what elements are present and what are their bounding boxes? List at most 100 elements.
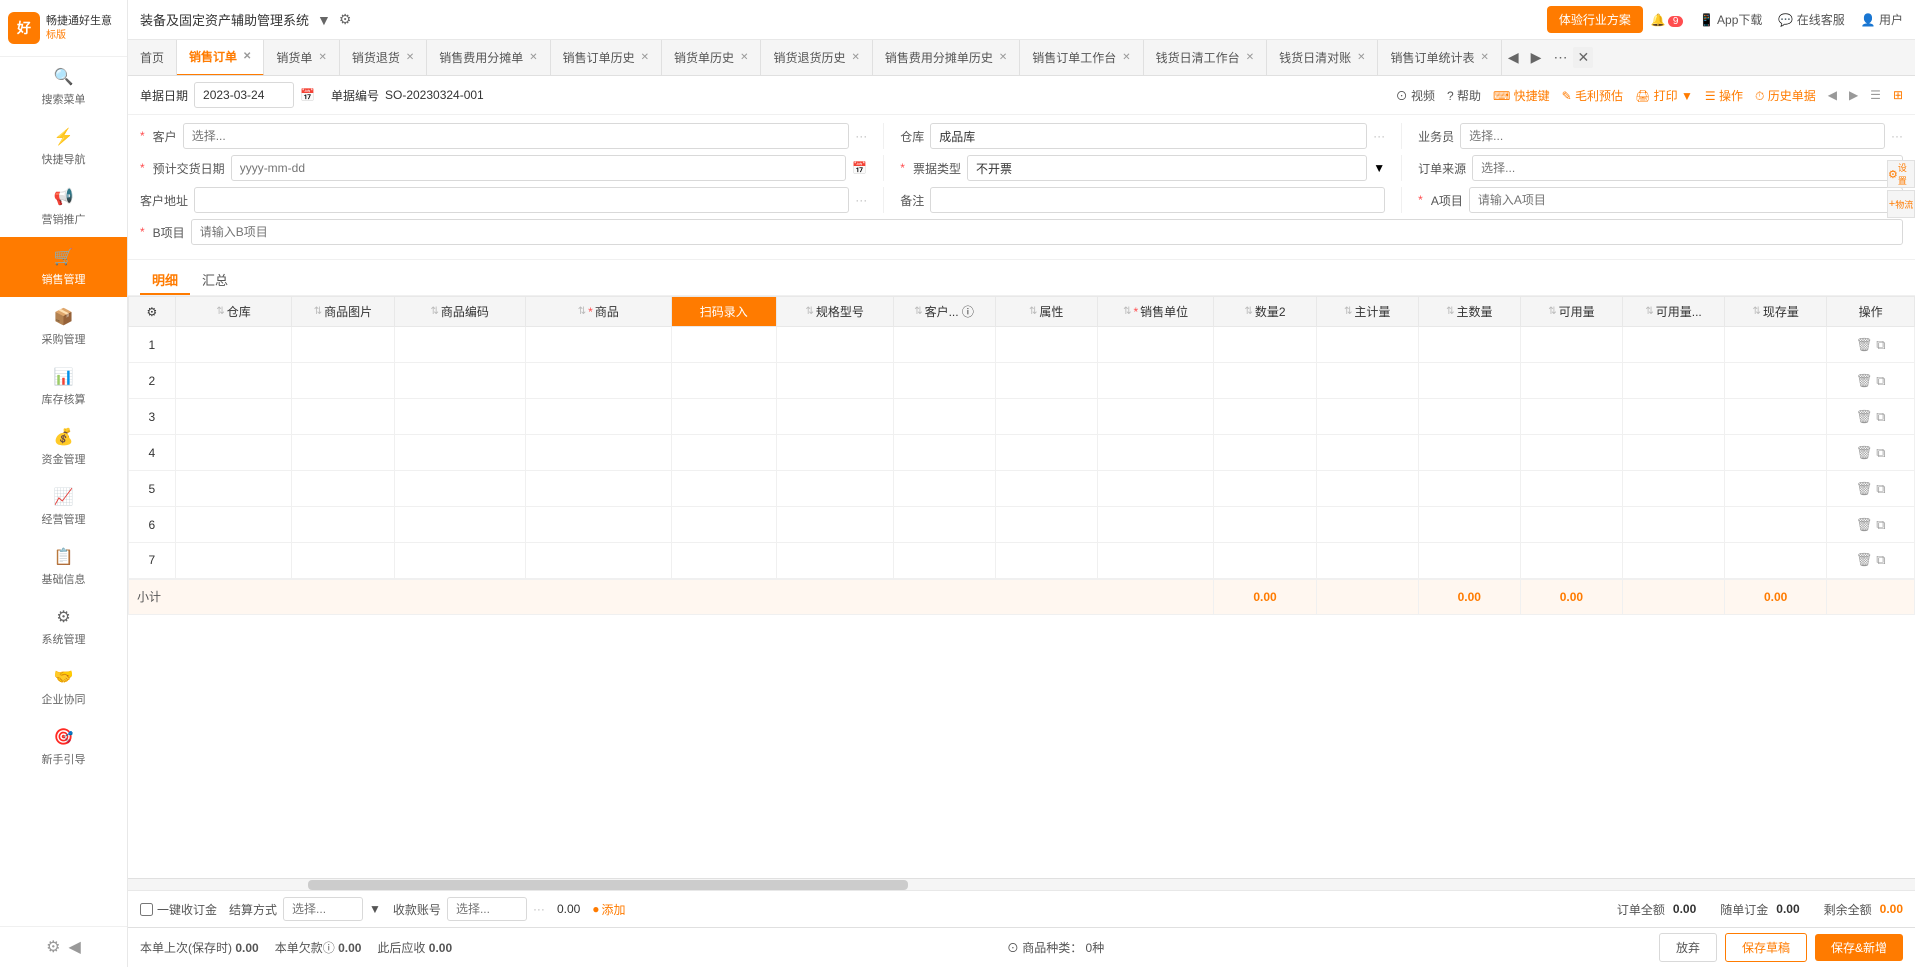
tab-item-12[interactable]: 销售订单统计表✕ (1378, 40, 1501, 76)
customer-input[interactable] (183, 123, 850, 149)
row-main-unit-4[interactable] (1316, 435, 1418, 471)
sidebar-item-搜索菜单[interactable]: 🔍搜索菜单 (0, 57, 127, 117)
save-new-button[interactable]: 保存&新增 (1815, 934, 1903, 961)
tab-item-11[interactable]: 钱货日清对账✕ (1267, 40, 1378, 76)
row-image-3[interactable] (292, 399, 394, 435)
row-main-unit-3[interactable] (1316, 399, 1418, 435)
row-available-7[interactable] (1520, 543, 1622, 579)
tab-close-4[interactable]: ✕ (529, 52, 537, 63)
row-delete-5[interactable]: 🗑 (1856, 481, 1873, 497)
row-unit-4[interactable] (1097, 435, 1214, 471)
date-input[interactable] (194, 82, 294, 108)
one-click-checkbox-input[interactable] (140, 903, 153, 916)
tab-next-btn[interactable]: ▶ (1525, 49, 1548, 66)
account-dots[interactable]: ··· (533, 902, 545, 916)
row-product-7[interactable] (525, 543, 671, 579)
row-available-6[interactable] (1520, 507, 1622, 543)
sidebar-item-基础信息[interactable]: 📋基础信息 (0, 537, 127, 597)
tab-item-8[interactable]: 销售费用分摊单历史✕ (873, 40, 1020, 76)
tab-summary[interactable]: 汇总 (190, 266, 240, 295)
row-customer-code-1[interactable] (893, 327, 995, 363)
settings-bottom-icon[interactable]: ⚙ (46, 937, 60, 957)
tab-item-6[interactable]: 销货单历史✕ (662, 40, 761, 76)
row-product-1[interactable] (525, 327, 671, 363)
row-warehouse-5[interactable] (175, 471, 292, 507)
warehouse-input[interactable] (930, 123, 1367, 149)
row-customer-code-5[interactable] (893, 471, 995, 507)
nav-next-btn[interactable]: ▶ (1849, 88, 1858, 102)
notification-area[interactable]: 🔔9 (1651, 13, 1684, 27)
row-stock-6[interactable] (1725, 507, 1827, 543)
row-stock-2[interactable] (1725, 363, 1827, 399)
row-copy-5[interactable]: ⧉ (1876, 481, 1885, 497)
calendar-icon[interactable]: 📅 (300, 88, 315, 102)
material-float-btn[interactable]: +物流 (1887, 190, 1915, 218)
tab-item-4[interactable]: 销售费用分摊单✕ (427, 40, 550, 76)
one-click-checkbox[interactable]: 一键收订金 (140, 901, 217, 918)
row-spec-6[interactable] (776, 507, 893, 543)
row-available2-7[interactable] (1622, 543, 1724, 579)
shortcut-btn[interactable]: ⌨ 快捷键 (1493, 87, 1550, 104)
row-warehouse-1[interactable] (175, 327, 292, 363)
user-avatar[interactable]: 👤 用户 (1861, 11, 1903, 28)
row-available2-2[interactable] (1622, 363, 1724, 399)
row-copy-1[interactable]: ⧉ (1876, 337, 1885, 353)
tab-close-8[interactable]: ✕ (999, 52, 1007, 63)
online-service-link[interactable]: 💬 在线客服 (1778, 11, 1844, 28)
sidebar-item-销售管理[interactable]: 🛒销售管理 (0, 237, 127, 297)
row-available2-3[interactable] (1622, 399, 1724, 435)
tab-prev-btn[interactable]: ◀ (1502, 49, 1525, 66)
app-download-link[interactable]: 📱 App下载 (1699, 11, 1762, 28)
row-code-3[interactable] (394, 399, 525, 435)
tab-close-5[interactable]: ✕ (641, 52, 649, 63)
row-main-unit-1[interactable] (1316, 327, 1418, 363)
row-unit-6[interactable] (1097, 507, 1214, 543)
row-product-2[interactable] (525, 363, 671, 399)
sidebar-item-企业协同[interactable]: 🤝企业协同 (0, 657, 127, 717)
salesperson-input[interactable] (1460, 123, 1885, 149)
row-unit-1[interactable] (1097, 327, 1214, 363)
tab-close-12[interactable]: ✕ (1481, 52, 1489, 63)
tab-close-9[interactable]: ✕ (1122, 52, 1130, 63)
row-main-qty-5[interactable] (1418, 471, 1520, 507)
order-source-input[interactable] (1472, 155, 1903, 181)
top-settings-icon[interactable]: ▼ (317, 12, 331, 28)
industry-plan-button[interactable]: 体验行业方案 (1547, 6, 1643, 33)
customer-dots[interactable]: ··· (855, 129, 867, 143)
row-available2-5[interactable] (1622, 471, 1724, 507)
sidebar-item-系统管理[interactable]: ⚙系统管理 (0, 597, 127, 657)
row-code-2[interactable] (394, 363, 525, 399)
row-unit-3[interactable] (1097, 399, 1214, 435)
tab-item-10[interactable]: 钱货日清工作台✕ (1144, 40, 1267, 76)
row-attr-3[interactable] (995, 399, 1097, 435)
row-main-qty-3[interactable] (1418, 399, 1520, 435)
row-code-6[interactable] (394, 507, 525, 543)
row-delete-1[interactable]: 🗑 (1856, 337, 1873, 353)
top-gear-icon[interactable]: ⚙ (339, 11, 352, 28)
row-customer-code-3[interactable] (893, 399, 995, 435)
row-warehouse-2[interactable] (175, 363, 292, 399)
row-customer-code-7[interactable] (893, 543, 995, 579)
tab-item-3[interactable]: 销货退货✕ (340, 40, 427, 76)
tab-item-9[interactable]: 销售订单工作台✕ (1020, 40, 1143, 76)
row-main-unit-7[interactable] (1316, 543, 1418, 579)
row-main-unit-2[interactable] (1316, 363, 1418, 399)
sidebar-item-新手引导[interactable]: 🎯新手引导 (0, 717, 127, 777)
settings-float-btn[interactable]: ⚙设置 (1887, 160, 1915, 188)
tab-close-2[interactable]: ✕ (318, 52, 326, 63)
tab-item-0[interactable]: 首页 (128, 40, 177, 76)
row-qty2-3[interactable] (1214, 399, 1316, 435)
payment-dropdown-icon[interactable]: ▼ (369, 902, 381, 916)
row-attr-7[interactable] (995, 543, 1097, 579)
row-attr-2[interactable] (995, 363, 1097, 399)
operation-btn[interactable]: ☰ 操作 (1705, 87, 1743, 104)
tab-detail[interactable]: 明细 (140, 266, 190, 295)
nav-prev-btn[interactable]: ◀ (1828, 88, 1837, 102)
row-warehouse-4[interactable] (175, 435, 292, 471)
row-product-3[interactable] (525, 399, 671, 435)
row-delete-6[interactable]: 🗑 (1856, 517, 1873, 533)
row-stock-1[interactable] (1725, 327, 1827, 363)
row-available-2[interactable] (1520, 363, 1622, 399)
tab-close-1[interactable]: ✕ (243, 51, 251, 62)
row-product-4[interactable] (525, 435, 671, 471)
